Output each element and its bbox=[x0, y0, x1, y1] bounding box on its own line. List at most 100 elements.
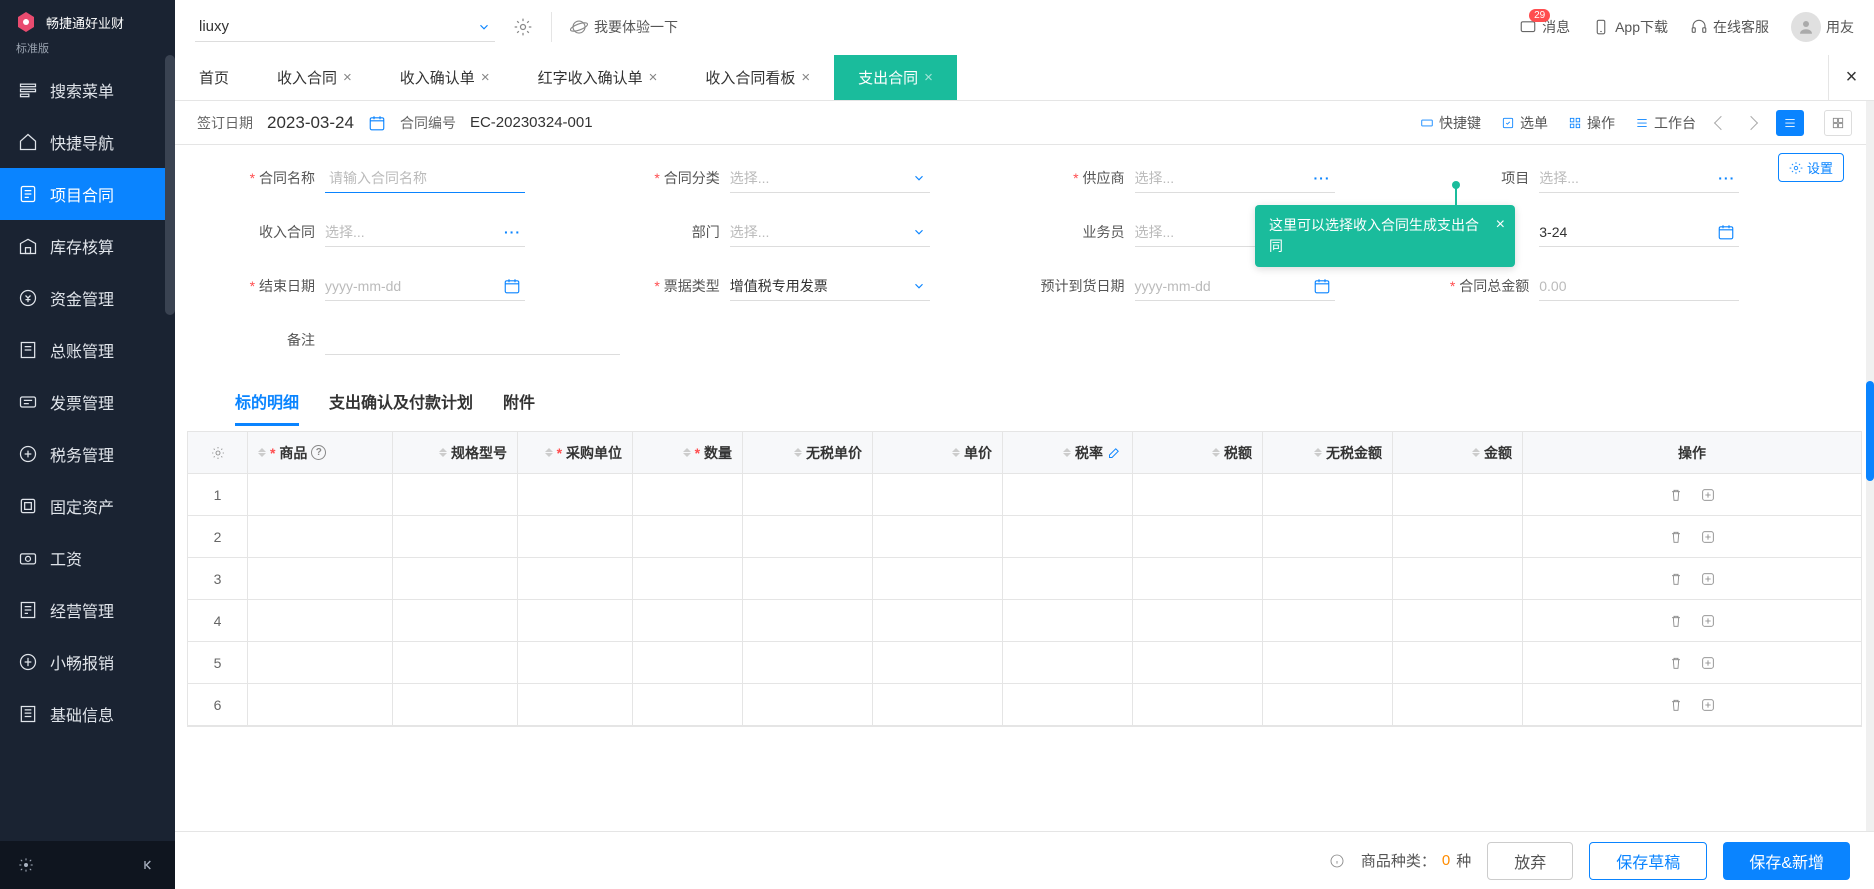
th-product[interactable]: 商品? bbox=[248, 432, 393, 473]
save-new-button[interactable]: 保存&新增 bbox=[1723, 842, 1850, 880]
th-config[interactable] bbox=[188, 432, 248, 473]
table-row[interactable]: 5 bbox=[188, 642, 1861, 684]
workbench-button[interactable]: 工作台 bbox=[1635, 113, 1696, 133]
nav-contract[interactable]: 项目合同 bbox=[0, 168, 175, 220]
close-icon[interactable]: × bbox=[343, 69, 352, 86]
nav-biz[interactable]: 经营管理 bbox=[0, 584, 175, 636]
add-icon[interactable] bbox=[1700, 697, 1716, 713]
table-row[interactable]: 4 bbox=[188, 600, 1861, 642]
calendar-icon[interactable] bbox=[368, 114, 386, 132]
close-all-tabs[interactable]: × bbox=[1828, 55, 1874, 100]
gear-icon[interactable] bbox=[513, 17, 533, 37]
nav-inventory[interactable]: 库存核算 bbox=[0, 220, 175, 272]
nav-base[interactable]: 基础信息 bbox=[0, 688, 175, 740]
nav-salary[interactable]: 工资 bbox=[0, 532, 175, 584]
collapse-icon[interactable] bbox=[141, 857, 157, 873]
total-field[interactable]: 0.00 bbox=[1539, 271, 1739, 301]
add-icon[interactable] bbox=[1700, 613, 1716, 629]
th-unit[interactable]: 采购单位 bbox=[518, 432, 633, 473]
project-select[interactable]: 选择...··· bbox=[1539, 163, 1739, 193]
th-tax[interactable]: 税额 bbox=[1133, 432, 1263, 473]
nav-search[interactable]: 搜索菜单 bbox=[0, 64, 175, 116]
th-spec[interactable]: 规格型号 bbox=[393, 432, 518, 473]
page-tabs: 首页 收入合同× 收入确认单× 红字收入确认单× 收入合同看板× 支出合同× × bbox=[175, 55, 1874, 101]
ellipsis-icon[interactable]: ··· bbox=[1718, 170, 1735, 186]
nav-tax[interactable]: 税务管理 bbox=[0, 428, 175, 480]
table-row[interactable]: 2 bbox=[188, 516, 1861, 558]
next-record-button[interactable] bbox=[1744, 115, 1758, 129]
add-icon[interactable] bbox=[1700, 655, 1716, 671]
tenant-select[interactable]: liuxy bbox=[195, 12, 495, 42]
income-select[interactable]: 选择...··· bbox=[325, 217, 525, 247]
invtype-select[interactable]: 增值税专用发票 bbox=[730, 271, 930, 301]
close-icon[interactable]: × bbox=[481, 69, 490, 86]
start-date-field[interactable]: 3-24 bbox=[1539, 217, 1739, 247]
table-row[interactable]: 1 bbox=[188, 474, 1861, 516]
table-row[interactable]: 6 bbox=[188, 684, 1861, 726]
remark-input[interactable] bbox=[325, 325, 620, 355]
nav-fund[interactable]: 资金管理 bbox=[0, 272, 175, 324]
th-notax-price[interactable]: 无税单价 bbox=[743, 432, 873, 473]
app-download-link[interactable]: App下载 bbox=[1592, 17, 1668, 37]
delete-icon[interactable] bbox=[1668, 571, 1684, 587]
th-notax-amt[interactable]: 无税金额 bbox=[1263, 432, 1393, 473]
tab-income-contract[interactable]: 收入合同× bbox=[253, 55, 376, 100]
add-icon[interactable] bbox=[1700, 487, 1716, 503]
close-icon[interactable]: × bbox=[649, 69, 658, 86]
close-icon[interactable]: × bbox=[1496, 213, 1505, 237]
right-scrollbar[interactable] bbox=[1866, 101, 1874, 831]
settings-chip[interactable]: 设置 bbox=[1778, 153, 1844, 182]
table-row[interactable]: 3 bbox=[188, 558, 1861, 600]
th-amount[interactable]: 金额 bbox=[1393, 432, 1523, 473]
ellipsis-icon[interactable]: ··· bbox=[1314, 170, 1331, 186]
tab-expense-contract[interactable]: 支出合同× bbox=[834, 55, 957, 100]
sidebar-scrollbar[interactable] bbox=[165, 55, 175, 315]
experience-link[interactable]: 我要体验一下 bbox=[570, 17, 678, 37]
add-icon[interactable] bbox=[1700, 529, 1716, 545]
close-icon[interactable]: × bbox=[801, 69, 810, 86]
tab-income-board[interactable]: 收入合同看板× bbox=[681, 55, 834, 100]
contract-name-input[interactable] bbox=[325, 163, 525, 193]
tab-home[interactable]: 首页 bbox=[175, 55, 253, 100]
th-price[interactable]: 单价 bbox=[873, 432, 1003, 473]
discard-button[interactable]: 放弃 bbox=[1487, 842, 1573, 880]
dtab-items[interactable]: 标的明细 bbox=[235, 379, 299, 426]
messages-link[interactable]: 29 消息 bbox=[1519, 17, 1570, 37]
supplier-select[interactable]: 选择...··· bbox=[1135, 163, 1335, 193]
th-taxrate[interactable]: 税率 bbox=[1003, 432, 1133, 473]
delete-icon[interactable] bbox=[1668, 487, 1684, 503]
shortcut-button[interactable]: 快捷键 bbox=[1420, 113, 1481, 133]
close-icon[interactable]: × bbox=[924, 69, 933, 86]
list-view-toggle[interactable] bbox=[1776, 110, 1804, 136]
tab-red-confirm[interactable]: 红字收入确认单× bbox=[514, 55, 682, 100]
edit-icon[interactable] bbox=[1107, 445, 1122, 460]
th-qty[interactable]: 数量 bbox=[633, 432, 743, 473]
nav-invoice[interactable]: 发票管理 bbox=[0, 376, 175, 428]
ellipsis-icon[interactable]: ··· bbox=[504, 224, 521, 240]
dtab-attachment[interactable]: 附件 bbox=[503, 379, 535, 426]
user-menu[interactable]: 用友 bbox=[1791, 12, 1854, 42]
delete-icon[interactable] bbox=[1668, 529, 1684, 545]
dtab-payment[interactable]: 支出确认及付款计划 bbox=[329, 379, 473, 426]
grid-view-toggle[interactable] bbox=[1824, 110, 1852, 136]
ops-button[interactable]: 操作 bbox=[1568, 113, 1615, 133]
delete-icon[interactable] bbox=[1668, 655, 1684, 671]
prev-record-button[interactable] bbox=[1714, 115, 1728, 129]
category-select[interactable]: 选择... bbox=[730, 163, 930, 193]
delete-icon[interactable] bbox=[1668, 613, 1684, 629]
delete-icon[interactable] bbox=[1668, 697, 1684, 713]
help-icon[interactable]: ? bbox=[311, 445, 326, 460]
nav-quick[interactable]: 快捷导航 bbox=[0, 116, 175, 168]
tab-income-confirm[interactable]: 收入确认单× bbox=[376, 55, 514, 100]
arrive-date-field[interactable]: yyyy-mm-dd bbox=[1135, 271, 1335, 301]
end-date-field[interactable]: yyyy-mm-dd bbox=[325, 271, 525, 301]
nav-ledger[interactable]: 总账管理 bbox=[0, 324, 175, 376]
nav-asset[interactable]: 固定资产 bbox=[0, 480, 175, 532]
nav-expense[interactable]: 小畅报销 bbox=[0, 636, 175, 688]
dept-select[interactable]: 选择... bbox=[730, 217, 930, 247]
settings-icon[interactable] bbox=[18, 857, 34, 873]
add-icon[interactable] bbox=[1700, 571, 1716, 587]
pick-button[interactable]: 选单 bbox=[1501, 113, 1548, 133]
customer-service-link[interactable]: 在线客服 bbox=[1690, 17, 1769, 37]
save-draft-button[interactable]: 保存草稿 bbox=[1589, 842, 1707, 880]
